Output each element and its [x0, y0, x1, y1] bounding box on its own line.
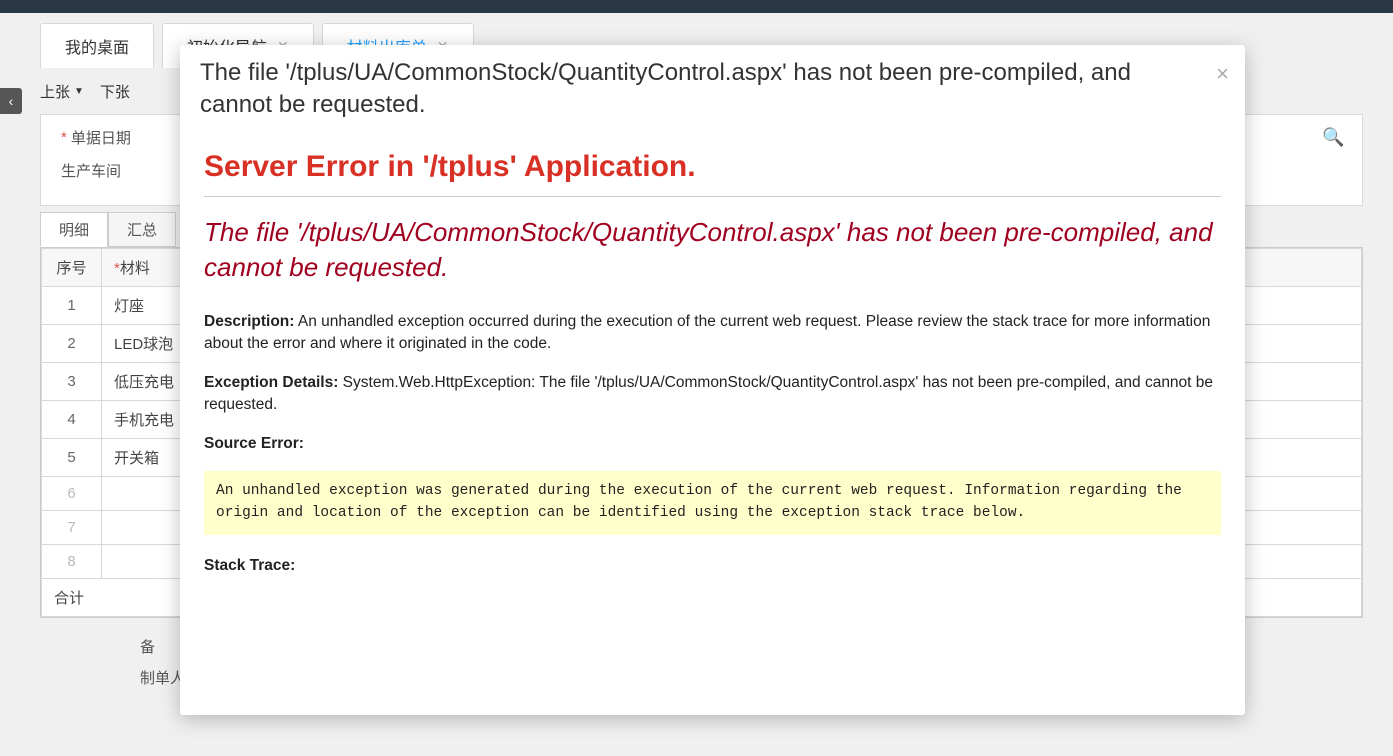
- source-error-label: Source Error:: [204, 433, 1221, 455]
- error-subheading: The file '/tplus/UA/CommonStock/Quantity…: [204, 215, 1221, 285]
- modal-title: The file '/tplus/UA/CommonStock/Quantity…: [200, 59, 1131, 118]
- close-icon[interactable]: ×: [1216, 59, 1229, 89]
- exception-details: Exception Details: System.Web.HttpExcept…: [204, 372, 1221, 417]
- divider: [204, 196, 1221, 197]
- stack-trace-label: Stack Trace:: [204, 555, 1221, 577]
- modal-header: The file '/tplus/UA/CommonStock/Quantity…: [180, 45, 1245, 134]
- error-modal: The file '/tplus/UA/CommonStock/Quantity…: [180, 45, 1245, 715]
- source-error-box: An unhandled exception was generated dur…: [204, 471, 1221, 535]
- modal-body[interactable]: Server Error in '/tplus' Application. Th…: [198, 134, 1227, 697]
- modal-overlay: The file '/tplus/UA/CommonStock/Quantity…: [0, 0, 1393, 756]
- error-description: Description: An unhandled exception occu…: [204, 311, 1221, 356]
- error-heading: Server Error in '/tplus' Application.: [204, 150, 1221, 184]
